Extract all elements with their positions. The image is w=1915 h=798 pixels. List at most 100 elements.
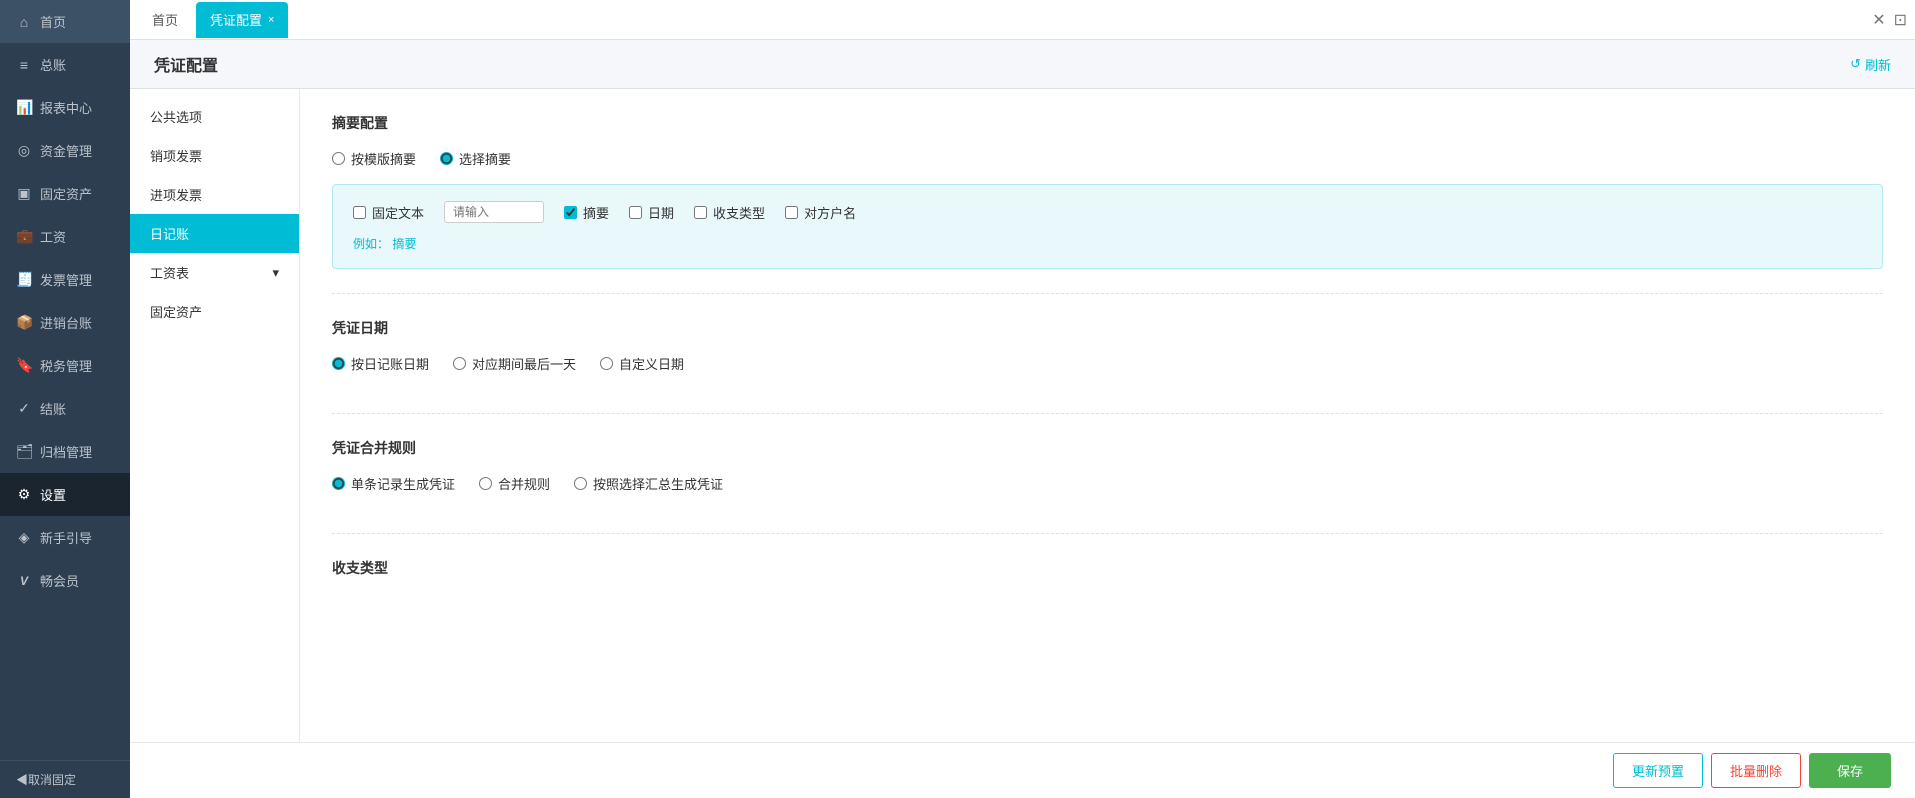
by-selection-option[interactable]: 按照选择汇总生成凭证 (574, 474, 723, 493)
tab-close-icon[interactable]: × (268, 14, 274, 26)
tab-voucher-label: 凭证配置 (210, 10, 262, 29)
sidebar-item-settings[interactable]: ⚙ 设置 (0, 473, 130, 516)
content-area: 凭证配置 ↺ 刷新 公共选项 销项发票 进项发票 日记账 (130, 40, 1915, 798)
merge-options-row: 单条记录生成凭证 合并规则 按照选择汇总生成凭证 (332, 474, 1883, 493)
left-nav-item-public[interactable]: 公共选项 (130, 97, 299, 136)
period-last-radio[interactable] (453, 357, 466, 370)
window-maximize-icon[interactable]: ⊡ (1894, 10, 1907, 30)
left-nav-payroll-label: 工资表 (150, 263, 189, 282)
counterpart-label: 对方户名 (804, 203, 856, 222)
single-record-label: 单条记录生成凭证 (351, 474, 455, 493)
single-record-radio[interactable] (332, 477, 345, 490)
left-nav-item-journal[interactable]: 日记账 (130, 214, 299, 253)
refresh-label: 刷新 (1865, 55, 1891, 74)
single-record-option[interactable]: 单条记录生成凭证 (332, 474, 455, 493)
sidebar-item-label: 发票管理 (40, 270, 92, 289)
income-expense-option[interactable]: 收支类型 (694, 203, 765, 222)
date-check-option[interactable]: 日期 (629, 203, 674, 222)
body-wrap: 公共选项 销项发票 进项发票 日记账 工资表 ▾ 固定资产 (130, 89, 1915, 742)
left-nav-public-label: 公共选项 (150, 107, 202, 126)
by-selection-label: 按照选择汇总生成凭证 (593, 474, 723, 493)
sidebar-item-label: 结账 (40, 399, 66, 418)
left-nav-item-payroll-sheet[interactable]: 工资表 ▾ (130, 253, 299, 292)
summary-select-label: 选择摘要 (459, 149, 511, 168)
example-prefix: 例如： (353, 237, 389, 251)
date-title: 凭证日期 (332, 318, 1883, 338)
counterpart-checkbox[interactable] (785, 206, 798, 219)
sidebar-item-vip[interactable]: V 畅会员 (0, 559, 130, 602)
summary-select-option[interactable]: 选择摘要 (440, 149, 511, 168)
save-button[interactable]: 保存 (1809, 753, 1891, 788)
summary-select-radio[interactable] (440, 152, 453, 165)
guide-icon: ◈ (16, 529, 32, 546)
sidebar-item-invoice-mgmt[interactable]: 🧾 发票管理 (0, 258, 130, 301)
journal-date-option[interactable]: 按日记账日期 (332, 354, 429, 373)
by-selection-radio[interactable] (574, 477, 587, 490)
batch-delete-label: 批量删除 (1730, 764, 1782, 779)
journal-date-radio[interactable] (332, 357, 345, 370)
sidebar-item-reports[interactable]: 📊 报表中心 (0, 86, 130, 129)
sidebar-item-tax[interactable]: 🔖 税务管理 (0, 344, 130, 387)
left-nav-item-purchase-invoice[interactable]: 进项发票 (130, 175, 299, 214)
sidebar-item-label: 税务管理 (40, 356, 92, 375)
left-nav-item-fixed-assets[interactable]: 固定资产 (130, 292, 299, 331)
tax-icon: 🔖 (16, 357, 32, 374)
summary-checkbox[interactable] (564, 206, 577, 219)
chevron-down-icon: ▾ (272, 265, 279, 281)
example-value: 摘要 (392, 237, 416, 251)
form-area: 摘要配置 按模版摘要 选择摘要 (300, 89, 1915, 742)
sidebar-item-fixed-assets[interactable]: ▣ 固定资产 (0, 172, 130, 215)
merge-title: 凭证合并规则 (332, 438, 1883, 458)
merge-section: 凭证合并规则 单条记录生成凭证 合并规则 按照选择汇总生成凭证 (332, 438, 1883, 534)
summary-template-option[interactable]: 按模版摘要 (332, 149, 416, 168)
fixed-text-checkbox[interactable] (353, 206, 366, 219)
fixed-text-input[interactable] (444, 201, 544, 223)
custom-date-radio[interactable] (600, 357, 613, 370)
invoice-icon: 🧾 (16, 271, 32, 288)
update-preview-button[interactable]: 更新预置 (1613, 753, 1703, 788)
left-nav-fixed-label: 固定资产 (150, 302, 202, 321)
merge-rule-label: 合并规则 (498, 474, 550, 493)
window-close-icon[interactable]: ✕ (1872, 10, 1885, 30)
sidebar-item-label: 工资 (40, 227, 66, 246)
merge-rule-radio[interactable] (479, 477, 492, 490)
sidebar-item-archive[interactable]: 🗂 归档管理 (0, 430, 130, 473)
sidebar-item-purchase-sales[interactable]: 📦 进销台账 (0, 301, 130, 344)
income-expense-section: 收支类型 (332, 558, 1883, 618)
merge-rule-option[interactable]: 合并规则 (479, 474, 550, 493)
sidebar-item-funds[interactable]: ◎ 资金管理 (0, 129, 130, 172)
fixed-text-label: 固定文本 (372, 203, 424, 222)
tab-voucher-config[interactable]: 凭证配置 × (196, 2, 288, 38)
refresh-button[interactable]: ↺ 刷新 (1850, 55, 1891, 74)
left-nav-purchase-label: 进项发票 (150, 185, 202, 204)
date-section: 凭证日期 按日记账日期 对应期间最后一天 自定义日期 (332, 318, 1883, 414)
save-label: 保存 (1837, 764, 1863, 779)
period-last-option[interactable]: 对应期间最后一天 (453, 354, 576, 373)
left-nav-item-sales-invoice[interactable]: 销项发票 (130, 136, 299, 175)
tab-bar: 首页 凭证配置 × ✕ ⊡ (130, 0, 1915, 40)
sidebar-item-general-ledger[interactable]: ≡ 总账 (0, 43, 130, 86)
batch-delete-button[interactable]: 批量删除 (1711, 753, 1801, 788)
journal-date-label: 按日记账日期 (351, 354, 429, 373)
fixed-text-option[interactable]: 固定文本 (353, 203, 424, 222)
sidebar-item-home[interactable]: ⌂ 首页 (0, 0, 130, 43)
sidebar-item-label: 首页 (40, 12, 66, 31)
sidebar-item-guide[interactable]: ◈ 新手引导 (0, 516, 130, 559)
fixed-assets-icon: ▣ (16, 185, 32, 202)
left-nav: 公共选项 销项发票 进项发票 日记账 工资表 ▾ 固定资产 (130, 89, 300, 742)
summary-section: 摘要配置 按模版摘要 选择摘要 (332, 113, 1883, 294)
sidebar-unpin-button[interactable]: ◀取消固定 (0, 760, 130, 798)
income-expense-checkbox[interactable] (694, 206, 707, 219)
summary-check-option[interactable]: 摘要 (564, 203, 609, 222)
summary-template-radio[interactable] (332, 152, 345, 165)
sidebar-item-settle[interactable]: ✓ 结账 (0, 387, 130, 430)
date-checkbox[interactable] (629, 206, 642, 219)
sidebar-item-label: 总账 (40, 55, 66, 74)
custom-date-option[interactable]: 自定义日期 (600, 354, 684, 373)
counterpart-option[interactable]: 对方户名 (785, 203, 856, 222)
tab-home[interactable]: 首页 (138, 2, 192, 38)
sidebar-item-payroll[interactable]: 💼 工资 (0, 215, 130, 258)
sidebar-item-label: 畅会员 (40, 571, 79, 590)
income-expense-label: 收支类型 (713, 203, 765, 222)
sidebar-item-label: 资金管理 (40, 141, 92, 160)
